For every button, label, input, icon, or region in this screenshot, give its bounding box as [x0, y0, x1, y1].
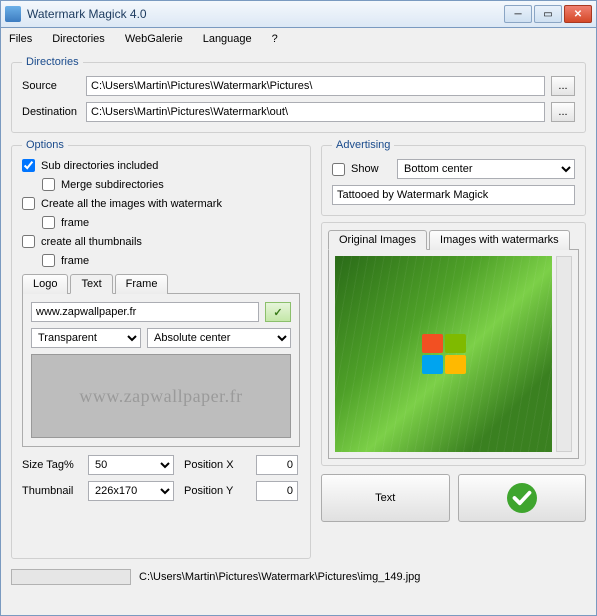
- progress-bar: [11, 569, 131, 585]
- subdirs-label: Sub directories included: [41, 160, 158, 172]
- preview-group: Original Images Images with watermarks: [321, 222, 586, 466]
- maximize-button[interactable]: ▭: [534, 5, 562, 23]
- status-path: C:\Users\Martin\Pictures\Watermark\Pictu…: [139, 571, 420, 583]
- show-ad-label: Show: [351, 163, 391, 175]
- statusbar: C:\Users\Martin\Pictures\Watermark\Pictu…: [11, 569, 586, 585]
- frame2-label: frame: [61, 255, 89, 267]
- menu-directories[interactable]: Directories: [52, 33, 105, 45]
- watermark-tabs: Logo Text Frame: [22, 273, 300, 294]
- merge-subdirs-checkbox[interactable]: [42, 178, 55, 191]
- image-tabs: Original Images Images with watermarks: [328, 229, 579, 250]
- position-x-label: Position X: [184, 459, 246, 471]
- window-title: Watermark Magick 4.0: [27, 7, 504, 21]
- frame1-label: frame: [61, 217, 89, 229]
- text-action-button[interactable]: Text: [321, 474, 450, 522]
- size-tag-label: Size Tag%: [22, 459, 78, 471]
- position-y-label: Position Y: [184, 485, 246, 497]
- titlebar: Watermark Magick 4.0 ─ ▭ ✕: [0, 0, 597, 28]
- checkmark-icon: [504, 480, 540, 516]
- position-x-input[interactable]: [256, 455, 298, 475]
- tab-logo[interactable]: Logo: [22, 274, 68, 294]
- menu-language[interactable]: Language: [203, 33, 252, 45]
- run-button[interactable]: [458, 474, 587, 522]
- advertising-group: Advertising Show Bottom center: [321, 139, 586, 216]
- close-button[interactable]: ✕: [564, 5, 592, 23]
- position-select[interactable]: Absolute center: [147, 328, 291, 348]
- watermark-preview: www.zapwallpaper.fr: [31, 354, 291, 438]
- background-select[interactable]: Transparent: [31, 328, 141, 348]
- thumbnail-select[interactable]: 226x170: [88, 481, 174, 501]
- source-input[interactable]: [86, 76, 545, 96]
- position-y-input[interactable]: [256, 481, 298, 501]
- create-watermark-label: Create all the images with watermark: [41, 198, 222, 210]
- frame2-checkbox[interactable]: [42, 254, 55, 267]
- destination-input[interactable]: [86, 102, 545, 122]
- source-label: Source: [22, 80, 80, 92]
- advertising-legend: Advertising: [332, 139, 394, 151]
- destination-label: Destination: [22, 106, 80, 118]
- app-icon: [5, 6, 21, 22]
- create-thumbnails-checkbox[interactable]: [22, 235, 35, 248]
- create-watermark-checkbox[interactable]: [22, 197, 35, 210]
- menu-webgalerie[interactable]: WebGalerie: [125, 33, 183, 45]
- preview-scrollbar[interactable]: [556, 256, 572, 452]
- source-browse-button[interactable]: ...: [551, 76, 575, 96]
- show-ad-checkbox[interactable]: [332, 163, 345, 176]
- create-thumbnails-label: create all thumbnails: [41, 236, 142, 248]
- tab-text[interactable]: Text: [70, 274, 112, 294]
- apply-text-button[interactable]: ✓: [265, 302, 291, 322]
- tab-original-images[interactable]: Original Images: [328, 230, 427, 250]
- minimize-button[interactable]: ─: [504, 5, 532, 23]
- destination-browse-button[interactable]: ...: [551, 102, 575, 122]
- menubar: Files Directories WebGalerie Language ?: [0, 28, 597, 50]
- frame1-checkbox[interactable]: [42, 216, 55, 229]
- watermark-text-input[interactable]: [31, 302, 259, 322]
- image-preview[interactable]: [335, 256, 552, 452]
- tab-frame[interactable]: Frame: [115, 274, 169, 294]
- windows-logo-icon: [422, 334, 466, 374]
- ad-position-select[interactable]: Bottom center: [397, 159, 575, 179]
- directories-legend: Directories: [22, 56, 83, 68]
- subdirs-checkbox[interactable]: [22, 159, 35, 172]
- tab-watermarked-images[interactable]: Images with watermarks: [429, 230, 570, 250]
- menu-files[interactable]: Files: [9, 33, 32, 45]
- ad-text-input[interactable]: [332, 185, 575, 205]
- tab-text-body: ✓ Transparent Absolute center www.zapwal…: [22, 294, 300, 447]
- options-legend: Options: [22, 139, 68, 151]
- size-tag-select[interactable]: 50: [88, 455, 174, 475]
- options-group: Options Sub directories included Merge s…: [11, 139, 311, 559]
- thumbnail-label: Thumbnail: [22, 485, 78, 497]
- merge-subdirs-label: Merge subdirectories: [61, 179, 164, 191]
- menu-help[interactable]: ?: [272, 33, 278, 45]
- directories-group: Directories Source ... Destination ...: [11, 56, 586, 133]
